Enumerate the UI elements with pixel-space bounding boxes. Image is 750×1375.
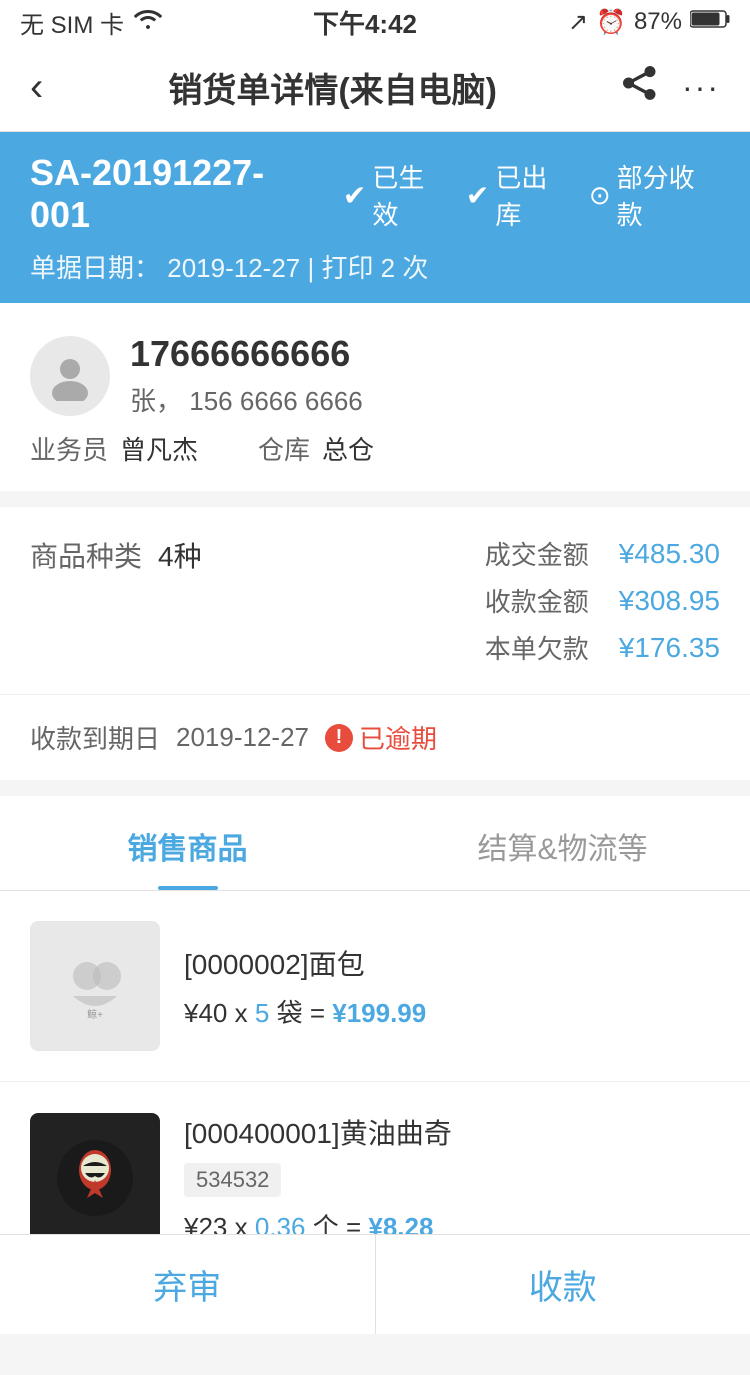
product-info-2: [000400001]黄油曲奇 534532 ¥23 x 0.36 个 = ¥8… [184, 1112, 720, 1244]
products-section: 鲸+ [0000002]面包 ¥40 x 5 袋 = ¥199.99 [0, 891, 750, 1275]
content-scroll: SA-20191227-001 ✔ 已生效 ✔ 已出库 ⊙ 部分收款 单据日期：… [0, 132, 750, 1375]
battery-text: 87% [634, 8, 682, 36]
badge-shipped: ✔ 已出库 [466, 158, 573, 232]
share-icon[interactable] [622, 65, 658, 110]
clock-icon: ⊙ [589, 180, 611, 211]
product-item: 鲸+ [0000002]面包 ¥40 x 5 袋 = ¥199.99 [0, 891, 750, 1082]
customer-sub-phone: 156 6666 6666 [189, 386, 363, 416]
back-button[interactable]: ‹ [30, 65, 43, 110]
warehouse-label: 仓库 [258, 430, 310, 467]
customer-section: 17666666666 张， 156 6666 6666 业务员 曾凡杰 仓库 … [0, 303, 750, 491]
cancel-review-label: 弃审 [153, 1260, 221, 1309]
nav-bar: ‹ 销货单详情(来自电脑) ··· [0, 44, 750, 132]
badge-effective-text: 已生效 [372, 158, 449, 232]
badge-partial-text: 部分收款 [617, 158, 720, 232]
price-qty-1: 5 [255, 998, 269, 1028]
collect-payment-button[interactable]: 收款 [376, 1235, 750, 1334]
carrier-text: 无 SIM 卡 [20, 5, 124, 40]
product-name-2: [000400001]黄油曲奇 [184, 1112, 720, 1152]
customer-name-text: 张 [130, 386, 156, 416]
divider-1 [0, 491, 750, 507]
received-row: 收款金额 ¥308.95 [485, 582, 720, 619]
order-header-banner: SA-20191227-001 ✔ 已生效 ✔ 已出库 ⊙ 部分收款 单据日期：… [0, 132, 750, 303]
customer-phone: 17666666666 [130, 333, 363, 375]
thumb-placeholder-1: 鲸+ [30, 921, 160, 1051]
warehouse-name: 总仓 [322, 430, 374, 467]
amount-label: 成交金额 [485, 535, 589, 572]
bottom-bar: 弃审 收款 [0, 1234, 750, 1334]
customer-meta: 业务员 曾凡杰 仓库 总仓 [30, 430, 720, 467]
product-type-row: 商品种类 4种 [30, 535, 202, 575]
warehouse-meta: 仓库 总仓 [258, 430, 374, 467]
stats-section: 商品种类 4种 成交金额 ¥485.30 收款金额 ¥308.95 本单欠款 ¥… [0, 507, 750, 694]
product-name-1: [0000002]面包 [184, 943, 720, 983]
product-thumbnail-2 [30, 1113, 160, 1243]
owed-row: 本单欠款 ¥176.35 [485, 629, 720, 666]
price-x-1: x [235, 998, 255, 1028]
more-icon[interactable]: ··· [682, 69, 720, 106]
product-type-count: 4种 [158, 535, 202, 575]
order-date: 2019-12-27 [167, 253, 300, 283]
order-date-row: 单据日期： 2019-12-27 | 打印 2 次 [30, 248, 720, 285]
product-sku-2: 534532 [184, 1163, 281, 1197]
stats-right: 成交金额 ¥485.30 收款金额 ¥308.95 本单欠款 ¥176.35 [485, 535, 720, 666]
tab-settlement-logistics-label: 结算&物流等 [477, 833, 647, 866]
sales-meta: 业务员 曾凡杰 [30, 430, 198, 467]
price-unit-1: 袋 [277, 998, 303, 1028]
badge-shipped-text: 已出库 [495, 158, 572, 232]
badge-partial: ⊙ 部分收款 [589, 158, 720, 232]
check-icon-effective: ✔ [343, 179, 366, 212]
received-value: ¥308.95 [619, 585, 720, 617]
page-title: 销货单详情(来自电脑) [168, 63, 497, 112]
tabs: 销售商品 结算&物流等 [0, 796, 750, 890]
customer-main-row: 17666666666 张， 156 6666 6666 [30, 333, 720, 418]
order-id: SA-20191227-001 [30, 152, 323, 236]
product-price-1: ¥40 x 5 袋 = ¥199.99 [184, 993, 720, 1030]
customer-avatar [30, 336, 110, 416]
sales-name: 曾凡杰 [120, 430, 198, 467]
product-info-1: [0000002]面包 ¥40 x 5 袋 = ¥199.99 [184, 943, 720, 1030]
alarm-icon: ⏰ [596, 8, 626, 37]
customer-sub-info: 张， 156 6666 6666 [130, 381, 363, 418]
order-badges: ✔ 已生效 ✔ 已出库 ⊙ 部分收款 [343, 158, 720, 232]
overdue-text: 已逾期 [359, 719, 437, 756]
wifi-icon [134, 8, 162, 36]
check-icon-shipped: ✔ [466, 179, 489, 212]
customer-info: 17666666666 张， 156 6666 6666 [130, 333, 363, 418]
date-label: 单据日期： [30, 253, 160, 283]
price-total-1: ¥199.99 [332, 998, 426, 1028]
amount-row: 成交金额 ¥485.30 [485, 535, 720, 572]
tabs-section: 销售商品 结算&物流等 [0, 796, 750, 891]
product-type-label: 商品种类 [30, 535, 142, 575]
print-info: | 打印 2 次 [307, 253, 428, 283]
collect-payment-label: 收款 [529, 1260, 597, 1309]
received-label: 收款金额 [485, 582, 589, 619]
owed-value: ¥176.35 [619, 632, 720, 664]
status-time: 下午4:42 [313, 4, 417, 41]
svg-text:鲸+: 鲸+ [87, 1008, 103, 1021]
status-right: ↗ ⏰ 87% [568, 8, 730, 37]
tab-settlement-logistics[interactable]: 结算&物流等 [375, 796, 750, 890]
due-date-section: 收款到期日 2019-12-27 ! 已逾期 [0, 694, 750, 780]
cancel-review-button[interactable]: 弃审 [0, 1235, 376, 1334]
price-base-1: ¥40 [184, 998, 227, 1028]
due-date-label: 收款到期日 [30, 719, 160, 756]
owed-label: 本单欠款 [485, 629, 589, 666]
status-bar: 无 SIM 卡 下午4:42 ↗ ⏰ 87% [0, 0, 750, 44]
stats-left: 商品种类 4种 [30, 535, 202, 575]
price-eq-1: = [310, 998, 332, 1028]
tab-sales-products-label: 销售商品 [128, 833, 248, 866]
sales-label: 业务员 [30, 430, 108, 467]
due-date-value: 2019-12-27 [176, 722, 309, 753]
overdue-badge: ! 已逾期 [325, 719, 437, 756]
overdue-icon: ! [325, 724, 353, 752]
tab-sales-products[interactable]: 销售商品 [0, 796, 375, 890]
battery-icon [690, 8, 730, 36]
badge-effective: ✔ 已生效 [343, 158, 450, 232]
location-icon: ↗ [568, 8, 588, 37]
product-thumbnail-1: 鲸+ [30, 921, 160, 1051]
amount-value: ¥485.30 [619, 538, 720, 570]
nav-actions: ··· [622, 65, 720, 110]
status-left: 无 SIM 卡 [20, 5, 162, 40]
